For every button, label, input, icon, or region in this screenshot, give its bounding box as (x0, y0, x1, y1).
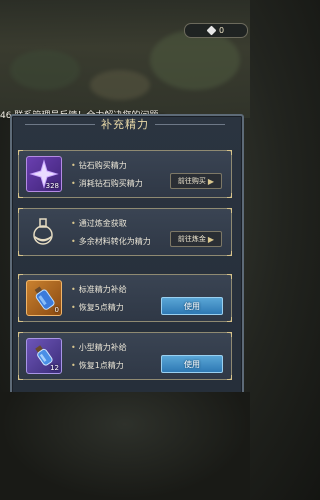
card-corner (18, 332, 23, 337)
card-corner (227, 150, 232, 155)
go-buy-label: 前往购买 (177, 177, 206, 185)
blue-potion-icon: 0 (26, 280, 62, 316)
small-blue-potion-icon: 12 (26, 338, 62, 374)
card-corner (18, 193, 23, 198)
card-title: • 标准精力补给 (71, 285, 127, 294)
card-title: • 小型精力补给 (71, 343, 127, 352)
card-corner (18, 317, 23, 322)
card-standard-supply: 0 • 标准精力补给 • 恢复5点精力 使用 (18, 274, 232, 322)
diamond-icon (206, 25, 217, 36)
panel-title: 补充精力 (101, 118, 149, 131)
card-corner (227, 317, 232, 322)
card-title-text: 通过炼金获取 (78, 219, 127, 228)
card-desc: • 消耗钻石购买精力 (71, 179, 143, 188)
card-desc-text: 消耗钻石购买精力 (78, 179, 143, 188)
card-corner (18, 375, 23, 380)
arrow-right-icon: ▶ (207, 234, 215, 244)
card-title-text: 小型精力补给 (78, 343, 127, 352)
card-corner (227, 375, 232, 380)
use-small-button[interactable]: 使用 (161, 355, 223, 373)
currency-counter[interactable]: 0 (184, 23, 248, 38)
item-count: 12 (50, 364, 59, 372)
card-desc-text: 多余材料转化为精力 (78, 237, 151, 246)
card-title: • 通过炼金获取 (71, 219, 127, 228)
card-corner (227, 193, 232, 198)
go-alchemy-label: 前往炼金 (177, 235, 206, 243)
background-bottom (0, 392, 250, 500)
purple-star-crystal-icon: 328 (26, 156, 62, 192)
card-small-supply: 12 • 小型精力补给 • 恢复1点精力 使用 (18, 332, 232, 380)
card-corner (18, 274, 23, 279)
card-desc: • 恢复1点精力 (71, 361, 124, 370)
card-desc-text: 恢复5点精力 (78, 303, 124, 312)
item-count: 0 (54, 306, 59, 314)
card-corner (18, 208, 23, 213)
background-foliage (10, 50, 80, 90)
card-desc: • 多余材料转化为精力 (71, 237, 151, 246)
card-desc-text: 恢复1点精力 (78, 361, 124, 370)
card-title: • 钻石购买精力 (71, 161, 127, 170)
background-foliage (90, 70, 150, 100)
use-standard-button[interactable]: 使用 (161, 297, 223, 315)
arrow-right-icon: ▶ (207, 176, 215, 186)
card-corner (227, 332, 232, 337)
card-desc: • 恢复5点精力 (71, 303, 124, 312)
card-corner (227, 274, 232, 279)
go-buy-button[interactable]: 前往购买 ▶ (170, 173, 222, 189)
card-corner (18, 251, 23, 256)
currency-value: 0 (218, 26, 225, 35)
card-title-text: 钻石购买精力 (78, 161, 127, 170)
card-corner (227, 251, 232, 256)
card-alchemy: • 通过炼金获取 • 多余材料转化为精力 前往炼金 ▶ (18, 208, 232, 256)
background-foliage (150, 30, 240, 90)
card-corner (18, 150, 23, 155)
go-alchemy-button[interactable]: 前往炼金 ▶ (170, 231, 222, 247)
card-corner (227, 208, 232, 213)
card-title-text: 标准精力补给 (78, 285, 127, 294)
potion-flask-icon (26, 214, 60, 248)
item-count: 328 (45, 182, 59, 190)
card-buy-with-diamonds: 328 • 钻石购买精力 • 消耗钻石购买精力 前往购买 ▶ (18, 150, 232, 198)
